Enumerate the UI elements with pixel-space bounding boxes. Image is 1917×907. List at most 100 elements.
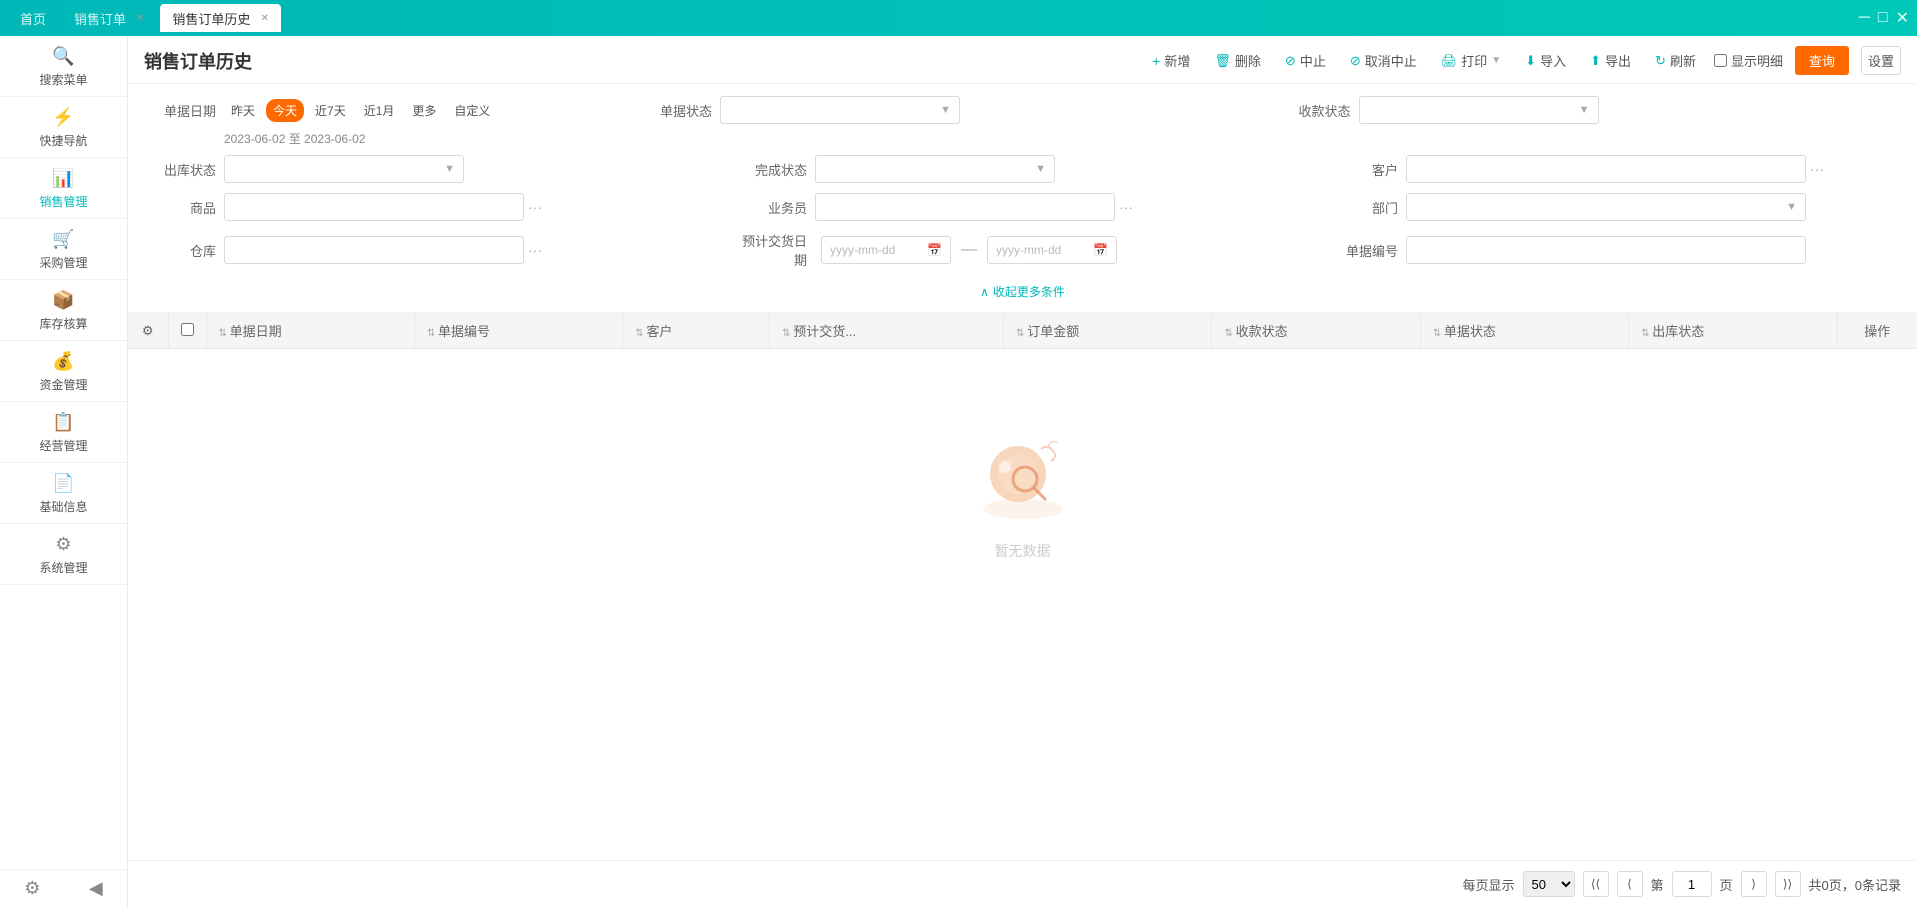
select-all-checkbox[interactable] [181,323,194,336]
display-detail-checkbox[interactable] [1714,54,1727,67]
top-bar: 首页 销售订单 ✕ 销售订单历史 ✕ ─ □ ✕ [0,0,1917,36]
expected-date-col-header[interactable]: ⇅ 预计交货... [770,313,1004,349]
refresh-icon: ↻ [1655,53,1666,69]
delivery-status-col-header[interactable]: ⇅ 出库状态 [1629,313,1837,349]
sidebar-settings-btn[interactable]: ⚙ [24,878,40,899]
sidebar-item-system[interactable]: ⚙ 系统管理 [0,524,127,585]
date-btn-1month[interactable]: 近1月 [357,99,402,122]
expected-date-label: 预计交货日期 [735,231,815,269]
bill-status-col-header[interactable]: ⇅ 单据状态 [1420,313,1628,349]
display-detail-label[interactable]: 显示明细 [1714,51,1783,70]
order-no-label: 单据编号 [1326,241,1406,260]
sort-icon-receipt: ⇅ [1224,328,1235,339]
delete-btn[interactable]: 🗑 删除 [1208,47,1267,74]
filter-area: 单据日期 昨天 今天 近7天 近1月 更多 自定义 单据状态 [128,84,1917,313]
expected-date-end[interactable]: yyyy-mm-dd 📅 [987,236,1117,264]
tab-sales-order-close[interactable]: ✕ [136,13,144,24]
filter-section-receipt-status: 收款状态 ▼ [1279,96,1902,124]
settings-col-header[interactable]: ⚙ [128,313,168,349]
bill-date-col-header[interactable]: ⇅ 单据日期 [206,313,414,349]
last-page-btn[interactable]: ⟩⟩ [1775,871,1801,897]
tab-sales-order-history-close[interactable]: ✕ [260,13,268,24]
empty-state: 暂无数据 [128,349,1917,601]
sort-icon-expected: ⇅ [782,328,793,339]
next-page-btn[interactable]: ⟩ [1741,871,1767,897]
date-quick-btns: 昨天 今天 近7天 近1月 更多 自定义 [224,99,497,122]
date-range-display: 2023-06-02 至 2023-06-02 [224,130,365,147]
doc-icon: 📄 [52,473,74,494]
date-btn-today[interactable]: 今天 [266,99,304,122]
bill-no-col-header[interactable]: ⇅ 单据编号 [414,313,622,349]
receipt-status-col-header[interactable]: ⇅ 收款状态 [1212,313,1420,349]
salesman-label: 业务员 [735,198,815,217]
sidebar-item-inventory[interactable]: 📦 库存核算 [0,280,127,341]
refresh-btn[interactable]: ↻ 刷新 [1649,47,1702,74]
export-btn[interactable]: ⬆ 导出 [1584,47,1637,74]
date-btn-yesterday[interactable]: 昨天 [224,99,262,122]
cancel-stop-btn[interactable]: ⊘ 取消中止 [1344,47,1423,74]
sidebar-collapse-btn[interactable]: ◀ [89,878,103,899]
pagination-bar: 每页显示 10 20 50 100 ⟨⟨ ⟨ 第 页 ⟩ ⟩⟩ 共0页，0条记录 [128,860,1917,907]
warehouse-input[interactable] [224,236,524,264]
settings-btn[interactable]: 设置 [1861,46,1901,75]
order-amount-col-header[interactable]: ⇅ 订单金额 [1004,313,1212,349]
receipt-status-select[interactable]: ▼ [1359,96,1599,124]
collapse-bar[interactable]: ∧ 收起更多条件 [144,279,1901,308]
tab-sales-order-history[interactable]: 销售订单历史 ✕ [160,4,280,32]
calendar-end-icon[interactable]: 📅 [1093,243,1108,257]
date-btn-more[interactable]: 更多 [405,99,443,122]
maximize-btn[interactable]: □ [1878,9,1888,27]
calendar-start-icon[interactable]: 📅 [927,243,942,257]
delivery-status-select[interactable]: ▼ [224,155,464,183]
expected-date-start[interactable]: yyyy-mm-dd 📅 [821,236,951,264]
main-content: 销售订单历史 + 新增 🗑 删除 ⊘ 中止 ⊘ 取消中止 [128,36,1917,907]
sidebar-item-finance[interactable]: 💰 资金管理 [0,341,127,402]
order-no-input[interactable] [1406,236,1806,264]
tab-sales-order[interactable]: 销售订单 ✕ [62,4,156,32]
column-settings-icon[interactable]: ⚙ [142,323,154,338]
print-btn[interactable]: 🖨 打印 ▼ [1435,47,1507,74]
per-page-select[interactable]: 10 20 50 100 [1523,871,1575,897]
order-status-select[interactable]: ▼ [720,96,960,124]
customer-col-header[interactable]: ⇅ 客户 [623,313,770,349]
close-btn[interactable]: ✕ [1896,8,1909,28]
warehouse-dots[interactable]: ··· [528,242,542,258]
minimize-btn[interactable]: ─ [1859,9,1870,27]
page-suffix: 页 [1720,875,1733,894]
plus-icon: + [1152,53,1160,69]
sidebar-item-basic-info[interactable]: 📄 基础信息 [0,463,127,524]
sidebar-item-quicknav[interactable]: ⚡ 快捷导航 [0,97,127,158]
add-btn[interactable]: + 新增 [1146,47,1196,74]
product-dots[interactable]: ··· [528,199,542,215]
collapse-up-icon: ∧ [980,285,989,299]
department-select[interactable]: ▼ [1406,193,1806,221]
sidebar-item-search[interactable]: 🔍 搜索菜单 [0,36,127,97]
prev-page-btn[interactable]: ⟨ [1617,871,1643,897]
tab-home[interactable]: 首页 [8,4,58,32]
first-page-btn[interactable]: ⟨⟨ [1583,871,1609,897]
import-btn[interactable]: ⬇ 导入 [1519,47,1572,74]
sort-icon-no: ⇅ [427,328,438,339]
sidebar-item-operations[interactable]: 📋 经营管理 [0,402,127,463]
filter-row-4: 仓库 ··· 预计交货日期 yyyy-mm-dd 📅 — yyyy-mm-dd … [144,231,1901,269]
customer-dots[interactable]: ··· [1810,161,1824,177]
empty-icon [963,429,1083,529]
filter-section-order-status: 单据状态 ▼ [640,96,1263,124]
date-btn-7days[interactable]: 近7天 [308,99,353,122]
cart-icon: 🛒 [52,229,74,250]
salesman-input[interactable] [815,193,1115,221]
money-icon: 💰 [52,351,74,372]
page-input[interactable] [1672,871,1712,897]
customer-input[interactable] [1406,155,1806,183]
product-input[interactable] [224,193,524,221]
salesman-dots[interactable]: ··· [1119,199,1133,215]
sidebar-item-sales[interactable]: 📊 销售管理 [0,158,127,219]
per-page-label: 每页显示 [1462,875,1514,894]
sidebar-item-purchase[interactable]: 🛒 采购管理 [0,219,127,280]
complete-status-select[interactable]: ▼ [815,155,1055,183]
checkbox-col-header[interactable] [168,313,206,349]
stop-btn[interactable]: ⊘ 中止 [1279,47,1332,74]
query-btn[interactable]: 查询 [1795,46,1849,75]
chart-icon: 📊 [52,168,74,189]
date-btn-custom[interactable]: 自定义 [447,99,497,122]
